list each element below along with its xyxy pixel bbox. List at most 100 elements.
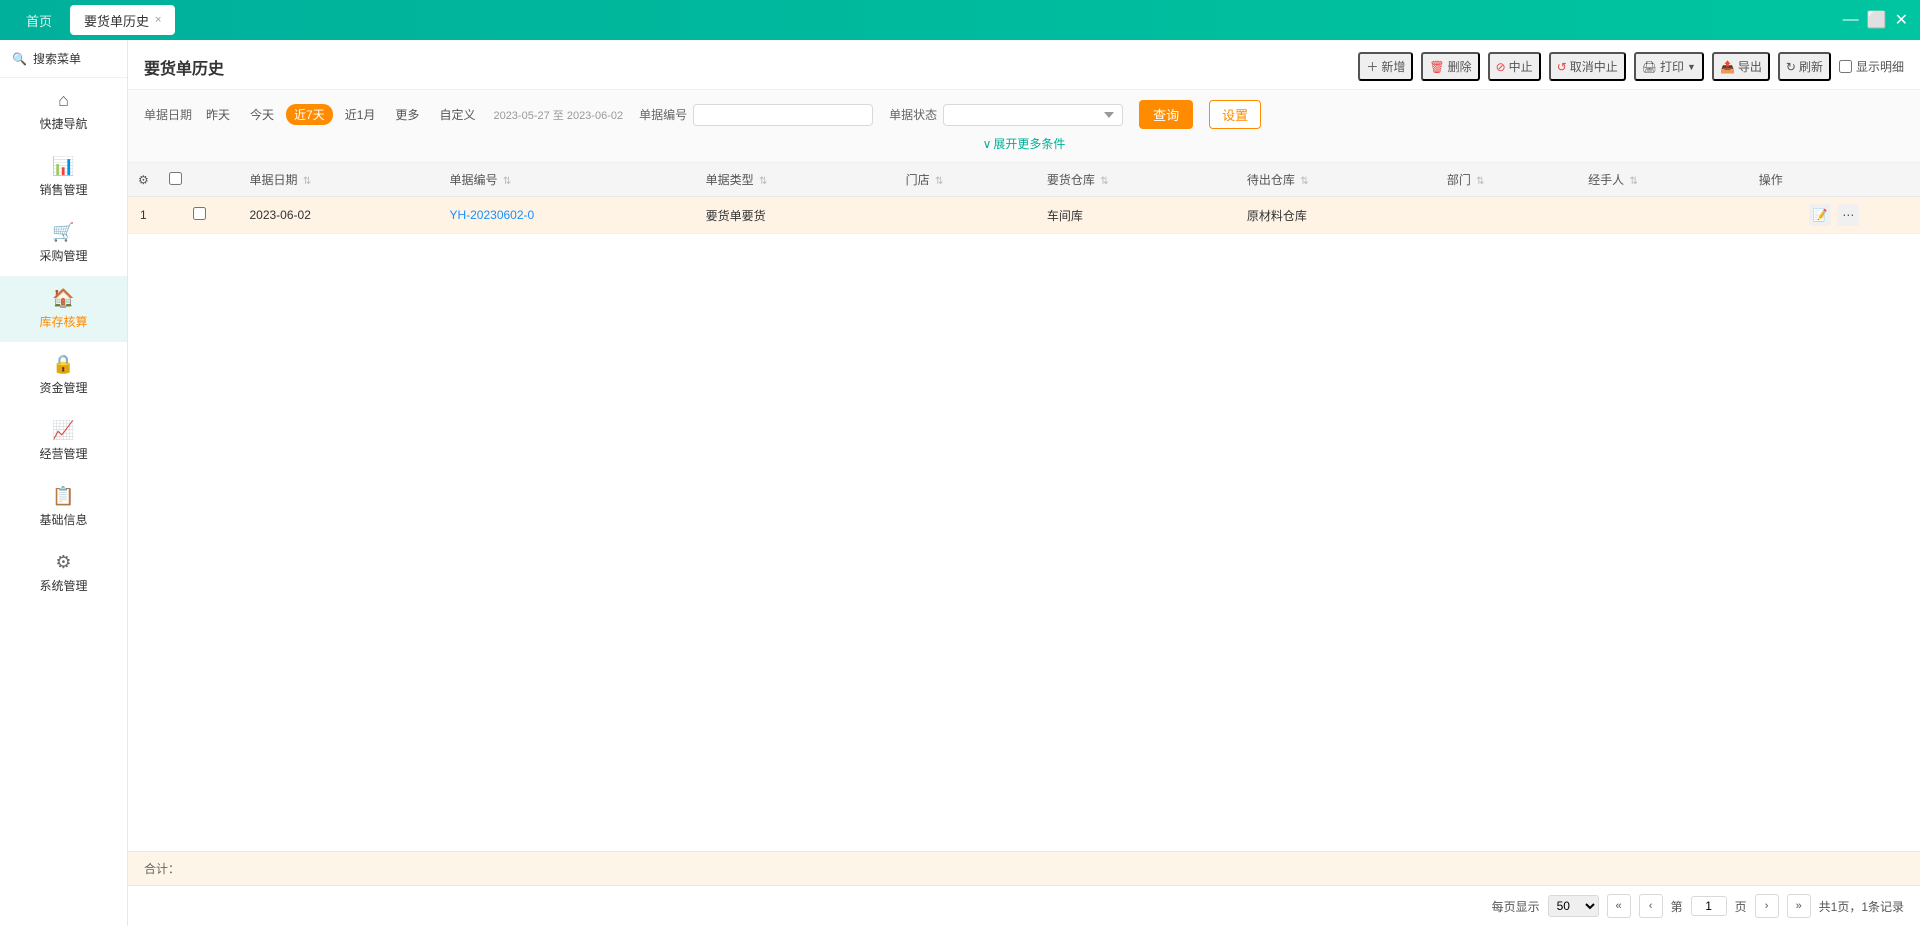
th-doc-no[interactable]: 单据编号 ⇅ <box>439 163 695 197</box>
th-handler[interactable]: 经手人 ⇅ <box>1578 163 1749 197</box>
window-minimize-btn[interactable]: — <box>1843 11 1859 29</box>
date-btn-7days[interactable]: 近7天 <box>286 104 333 125</box>
sidebar-item-label: 快捷导航 <box>39 115 87 132</box>
home-icon: ⌂ <box>58 90 69 111</box>
th-date[interactable]: 单据日期 ⇅ <box>239 163 439 197</box>
display-detail-toggle[interactable]: 显示明细 <box>1839 58 1904 75</box>
topbar-right: — ⬜ ✕ <box>1843 10 1908 30</box>
tab-home[interactable]: 首页 <box>12 5 66 35</box>
select-all-checkbox[interactable] <box>169 172 182 185</box>
plus-icon: ＋ <box>1366 58 1378 75</box>
th-pending-warehouse[interactable]: 待出仓库 ⇅ <box>1237 163 1437 197</box>
sort-icon-pending-warehouse: ⇅ <box>1300 176 1308 187</box>
sidebar-item-basic-info[interactable]: 📋 基础信息 <box>0 474 127 540</box>
topbar: 首页 要货单历史 × — ⬜ ✕ <box>0 0 1920 40</box>
settings-filter-btn[interactable]: 设置 <box>1209 100 1261 129</box>
date-range-display: 2023-05-27 至 2023-06-02 <box>493 107 623 123</box>
sort-icon-date: ⇅ <box>303 176 311 187</box>
th-handler-label: 经手人 <box>1588 173 1624 187</box>
per-page-select[interactable]: 50 20 100 <box>1548 895 1599 917</box>
stop-btn[interactable]: ⊘ 中止 <box>1488 52 1541 81</box>
sort-icon-handler: ⇅ <box>1629 176 1637 187</box>
new-btn[interactable]: ＋ 新增 <box>1358 52 1413 81</box>
sidebar-item-finance[interactable]: 🔒 资金管理 <box>0 342 127 408</box>
th-department[interactable]: 部门 ⇅ <box>1437 163 1578 197</box>
doc-number-filter-group: 单据编号 <box>639 104 873 126</box>
tab-home-label: 首页 <box>26 11 52 30</box>
date-btn-today[interactable]: 今天 <box>242 104 282 125</box>
row-edit-icon[interactable]: 📝 <box>1809 204 1831 226</box>
doc-number-input[interactable] <box>693 104 873 126</box>
table-container: ⚙ 单据日期 ⇅ 单据编号 ⇅ 单据类型 ⇅ <box>128 163 1920 851</box>
sidebar-item-quick-nav[interactable]: ⌂ 快捷导航 <box>0 78 127 144</box>
cancel-stop-btn[interactable]: ↺ 取消中止 <box>1549 52 1626 81</box>
sidebar-item-sales[interactable]: 📊 销售管理 <box>0 144 127 210</box>
print-dropdown-icon: ▼ <box>1687 62 1696 72</box>
th-store[interactable]: 门店 ⇅ <box>896 163 1037 197</box>
delete-icon: 🗑 <box>1429 60 1444 74</box>
pagination: 每页显示 50 20 100 « ‹ 第 页 › » 共1页，1条记录 <box>128 885 1920 926</box>
sidebar-item-system[interactable]: ⚙ 系统管理 <box>0 540 127 606</box>
sort-icon-req-warehouse: ⇅ <box>1100 176 1108 187</box>
stop-label: 中止 <box>1509 58 1533 75</box>
tab-close-icon[interactable]: × <box>155 14 161 26</box>
gear-icon: ⚙ <box>55 552 71 573</box>
th-doc-type[interactable]: 单据类型 ⇅ <box>696 163 896 197</box>
sidebar-item-purchase[interactable]: 🛒 采购管理 <box>0 210 127 276</box>
sort-icon-store: ⇅ <box>935 176 943 187</box>
row-doc-no[interactable]: YH-20230602-0 <box>439 197 695 234</box>
refresh-label: 刷新 <box>1799 58 1823 75</box>
th-operation: 操作 <box>1749 163 1920 197</box>
sort-icon-department: ⇅ <box>1476 176 1484 187</box>
sidebar-item-inventory[interactable]: 🏠 库存核算 <box>0 276 127 342</box>
prev-page-btn[interactable]: ‹ <box>1639 894 1663 918</box>
window-close-btn[interactable]: ✕ <box>1895 10 1908 30</box>
chevron-down-icon: ∨ <box>983 137 992 151</box>
row-checkbox-cell[interactable] <box>159 197 240 234</box>
th-req-warehouse[interactable]: 要货仓库 ⇅ <box>1037 163 1237 197</box>
sidebar-item-label: 销售管理 <box>39 181 87 198</box>
th-department-label: 部门 <box>1447 173 1471 187</box>
lock-icon: 🔒 <box>52 354 74 375</box>
next-page-btn[interactable]: › <box>1755 894 1779 918</box>
th-pending-warehouse-label: 待出仓库 <box>1247 173 1295 187</box>
row-doc-type: 要货单要货 <box>696 197 896 234</box>
window-maximize-btn[interactable]: ⬜ <box>1867 10 1887 30</box>
first-page-btn[interactable]: « <box>1607 894 1631 918</box>
page-header: 要货单历史 ＋ 新增 🗑 删除 ⊘ 中止 ↺ 取消中止 🖨 打印 ▼ <box>128 40 1920 90</box>
tab-order-history-label: 要货单历史 <box>84 11 149 30</box>
sidebar-item-operations[interactable]: 📈 经营管理 <box>0 408 127 474</box>
table-header-checkbox[interactable] <box>159 163 240 197</box>
page-number-input[interactable] <box>1691 896 1727 916</box>
sidebar-item-label: 资金管理 <box>39 379 87 396</box>
date-btn-more[interactable]: 更多 <box>387 104 427 125</box>
export-btn[interactable]: 📤 导出 <box>1712 52 1770 81</box>
expand-more-btn[interactable]: ∨ 展开更多条件 <box>144 135 1904 152</box>
export-icon: 📤 <box>1720 60 1735 74</box>
delete-btn[interactable]: 🗑 删除 <box>1421 52 1479 81</box>
status-select[interactable] <box>943 104 1123 126</box>
th-doc-type-label: 单据类型 <box>706 173 754 187</box>
display-detail-checkbox[interactable] <box>1839 60 1852 73</box>
sidebar-item-label: 采购管理 <box>39 247 87 264</box>
query-btn[interactable]: 查询 <box>1139 100 1193 129</box>
total-label: 合计： <box>144 860 180 877</box>
tab-order-history[interactable]: 要货单历史 × <box>70 5 175 35</box>
refresh-btn[interactable]: ↻ 刷新 <box>1778 52 1831 81</box>
print-btn[interactable]: 🖨 打印 ▼ <box>1634 52 1704 81</box>
sidebar-search[interactable]: 🔍 搜索菜单 <box>0 40 127 78</box>
doc-no-link[interactable]: YH-20230602-0 <box>449 208 534 222</box>
print-icon: 🖨 <box>1642 60 1657 74</box>
row-checkbox[interactable] <box>193 207 206 220</box>
date-btn-yesterday[interactable]: 昨天 <box>198 104 238 125</box>
date-filter-group: 单据日期 昨天 今天 近7天 近1月 更多 自定义 2023-05-27 至 2… <box>144 104 623 125</box>
last-page-btn[interactable]: » <box>1787 894 1811 918</box>
table-settings-cell[interactable]: ⚙ <box>128 163 159 197</box>
cancel-stop-icon: ↺ <box>1557 60 1567 74</box>
row-more-icon[interactable]: ⋯ <box>1837 204 1859 226</box>
date-btn-custom[interactable]: 自定义 <box>431 104 483 125</box>
date-btn-1month[interactable]: 近1月 <box>337 104 384 125</box>
page-suffix: 页 <box>1735 898 1747 915</box>
per-page-label: 每页显示 <box>1492 898 1540 915</box>
sidebar: 🔍 搜索菜单 ⌂ 快捷导航 📊 销售管理 🛒 采购管理 🏠 库存核算 🔒 资金管… <box>0 40 128 926</box>
